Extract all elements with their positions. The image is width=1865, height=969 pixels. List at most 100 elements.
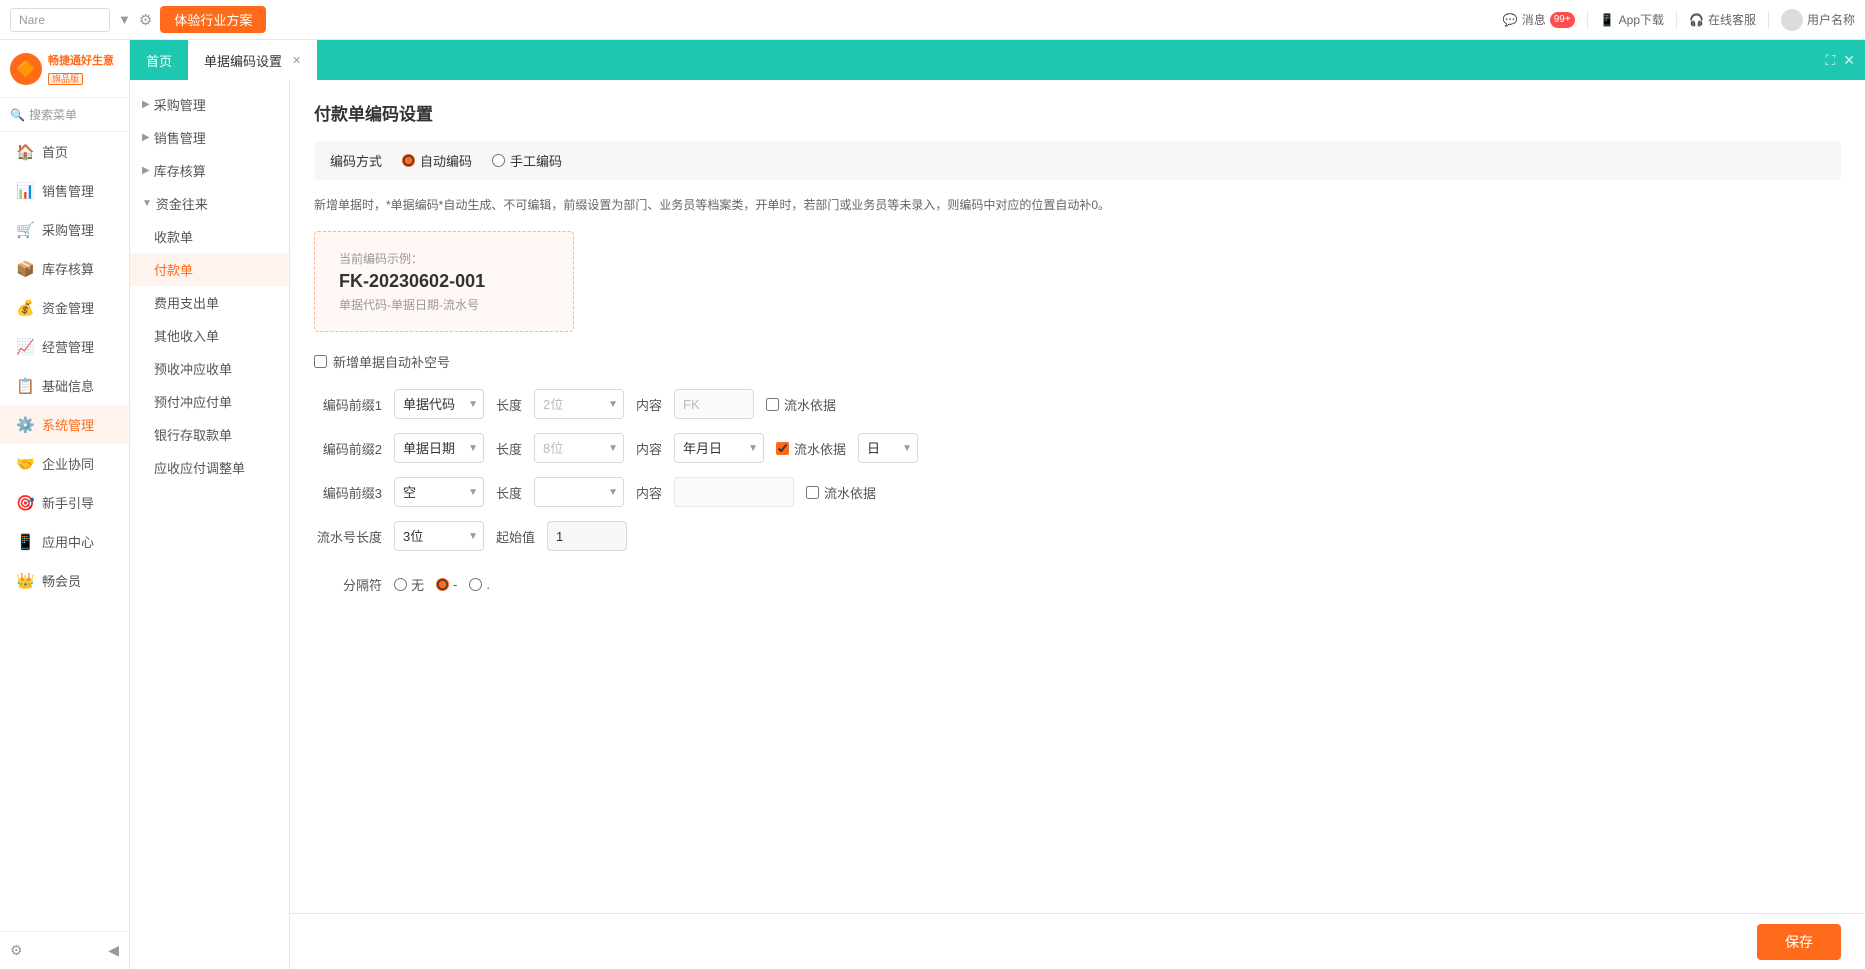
prefix2-value-wrap: 单据日期 ▼ bbox=[394, 433, 484, 463]
purchase-group-arrow: ▶ bbox=[142, 99, 150, 110]
prefix1-select[interactable]: 单据代码 bbox=[394, 389, 484, 419]
sep-dash-option[interactable]: - bbox=[436, 577, 457, 592]
user-avatar[interactable]: 用户名称 bbox=[1781, 9, 1855, 31]
prefix2-length-select[interactable]: 8位 bbox=[534, 433, 624, 463]
sidebar-item-member[interactable]: 👑 畅会员 bbox=[0, 561, 129, 600]
prefix3-label: 编码前缀3 bbox=[314, 483, 382, 502]
prefix2-period-select[interactable]: 日 月 年 bbox=[858, 433, 918, 463]
save-button[interactable]: 保存 bbox=[1757, 924, 1841, 960]
sep-dot-label: . bbox=[486, 577, 490, 592]
sep-none-label: 无 bbox=[411, 575, 424, 594]
auto-code-input[interactable] bbox=[402, 154, 415, 167]
auto-code-radio[interactable]: 自动编码 bbox=[402, 151, 472, 170]
app-download-btn[interactable]: 📱 App下载 bbox=[1600, 11, 1664, 28]
home-tab-label: 首页 bbox=[146, 51, 172, 70]
sep-none-option[interactable]: 无 bbox=[394, 575, 424, 594]
menu-group-purchase-title[interactable]: ▶ 采购管理 bbox=[130, 88, 289, 121]
menu-item-expense[interactable]: 费用支出单 bbox=[130, 286, 289, 319]
dropdown-arrow-icon[interactable]: ▼ bbox=[118, 12, 131, 27]
tab-home[interactable]: 首页 bbox=[130, 40, 188, 80]
prefix1-serial-checkbox[interactable] bbox=[766, 398, 779, 411]
experience-btn[interactable]: 体验行业方案 bbox=[160, 6, 266, 33]
content-area: 付款单编码设置 编码方式 自动编码 手工编码 bbox=[290, 80, 1865, 913]
nav-label-sales: 销售管理 bbox=[42, 181, 94, 200]
manual-code-radio[interactable]: 手工编码 bbox=[492, 151, 562, 170]
online-service-btn[interactable]: 🎧 在线客服 bbox=[1689, 11, 1756, 28]
prefix2-content-select[interactable]: 年月日 bbox=[674, 433, 764, 463]
prefix2-serial-label: 流水依据 bbox=[794, 439, 846, 458]
menu-item-adjust[interactable]: 应收应付调整单 bbox=[130, 451, 289, 484]
sidebar-item-inventory[interactable]: 📦 库存核算 bbox=[0, 249, 129, 288]
manual-code-label: 手工编码 bbox=[510, 151, 562, 170]
sidebar-item-finance[interactable]: 💰 资金管理 bbox=[0, 288, 129, 327]
inventory-icon: 📦 bbox=[16, 260, 34, 278]
logo-icon: 🔶 bbox=[10, 53, 42, 85]
prefix1-serial-wrap: 流水依据 bbox=[766, 395, 836, 414]
sidebar-item-apps[interactable]: 📱 应用中心 bbox=[0, 522, 129, 561]
guide-icon: 🎯 bbox=[16, 494, 34, 512]
tab-close-icon[interactable]: ✕ bbox=[292, 54, 301, 67]
menu-item-receipt[interactable]: 收款单 bbox=[130, 220, 289, 253]
home-icon: 🏠 bbox=[16, 143, 34, 161]
settings-icon[interactable]: ⚙ bbox=[139, 11, 152, 29]
divider3 bbox=[1768, 11, 1769, 29]
avatar-icon bbox=[1781, 9, 1803, 31]
system-icon: ⚙️ bbox=[16, 416, 34, 434]
close-window-icon[interactable]: ✕ bbox=[1843, 52, 1855, 69]
operation-icon: 📈 bbox=[16, 338, 34, 356]
prefix3-select[interactable]: 空 bbox=[394, 477, 484, 507]
prefix1-length-select[interactable]: 2位 bbox=[534, 389, 624, 419]
sidebar-item-sales[interactable]: 📊 销售管理 bbox=[0, 171, 129, 210]
sep-dot-option[interactable]: . bbox=[469, 577, 490, 592]
app-icon: 📱 bbox=[1600, 13, 1615, 27]
company-name[interactable]: Nare bbox=[10, 8, 110, 32]
menu-group-sales-title[interactable]: ▶ 销售管理 bbox=[130, 121, 289, 154]
prefix3-length-select[interactable] bbox=[534, 477, 624, 507]
prefix3-serial-checkbox[interactable] bbox=[806, 486, 819, 499]
purchase-group-label: 采购管理 bbox=[154, 95, 206, 114]
info-text: 新增单据时，*单据编码*自动生成、不可编辑，前缀设置为部门、业务员等档案类，开单… bbox=[314, 196, 1841, 215]
code-preview-box: 当前编码示例： FK-20230602-001 单据代码-单据日期-流水号 bbox=[314, 231, 574, 332]
sidebar-item-basic[interactable]: 📋 基础信息 bbox=[0, 366, 129, 405]
message-btn[interactable]: 💬 消息 99+ bbox=[1503, 11, 1575, 28]
prefix2-period-wrap: 日 月 年 ▼ bbox=[858, 433, 918, 463]
tab-encoding[interactable]: 单据编码设置 ✕ bbox=[188, 40, 317, 80]
auto-fill-checkbox[interactable] bbox=[314, 355, 327, 368]
separator-row: 分隔符 无 - . bbox=[314, 575, 1841, 594]
member-icon: 👑 bbox=[16, 572, 34, 590]
prefix2-label: 编码前缀2 bbox=[314, 439, 382, 458]
prefix2-serial-wrap: 流水依据 bbox=[776, 439, 846, 458]
sep-dash-radio[interactable] bbox=[436, 578, 449, 591]
prefix2-serial-checkbox[interactable] bbox=[776, 442, 789, 455]
prefix2-select[interactable]: 单据日期 bbox=[394, 433, 484, 463]
menu-item-prepaid-payable[interactable]: 预付冲应付单 bbox=[130, 385, 289, 418]
maximize-icon[interactable]: ⛶ bbox=[1825, 52, 1835, 69]
prefix1-row: 编码前缀1 单据代码 ▼ 长度 2位 bbox=[314, 389, 1841, 419]
logo-text: 畅捷通好生意 旗品版 bbox=[48, 52, 114, 85]
right-panel: 付款单编码设置 编码方式 自动编码 手工编码 bbox=[290, 80, 1865, 969]
sep-dot-radio[interactable] bbox=[469, 578, 482, 591]
nav-label-guide: 新手引导 bbox=[42, 493, 94, 512]
menu-group-capital-title[interactable]: ▼ 资金往来 bbox=[130, 187, 289, 220]
sidebar-collapse-btn[interactable]: ◀ bbox=[108, 942, 119, 959]
sep-none-radio[interactable] bbox=[394, 578, 407, 591]
sidebar-item-cooperation[interactable]: 🤝 企业协同 bbox=[0, 444, 129, 483]
sidebar-item-system[interactable]: ⚙️ 系统管理 bbox=[0, 405, 129, 444]
sidebar-item-home[interactable]: 🏠 首页 bbox=[0, 132, 129, 171]
sidebar-settings-btn[interactable]: ⚙ bbox=[10, 942, 23, 959]
sidebar-item-guide[interactable]: 🎯 新手引导 bbox=[0, 483, 129, 522]
menu-item-payment[interactable]: 付款单 bbox=[130, 253, 289, 286]
menu-item-other-income[interactable]: 其他收入单 bbox=[130, 319, 289, 352]
menu-group-inventory-title[interactable]: ▶ 库存核算 bbox=[130, 154, 289, 187]
menu-item-prepaid-receivable[interactable]: 预收冲应收单 bbox=[130, 352, 289, 385]
sidebar-search[interactable]: 🔍 搜索菜单 bbox=[0, 98, 129, 132]
config-section: 编码前缀1 单据代码 ▼ 长度 2位 bbox=[314, 389, 1841, 594]
serial-length-select[interactable]: 3位 4位 5位 bbox=[394, 521, 484, 551]
manual-code-input[interactable] bbox=[492, 154, 505, 167]
sidebar-item-purchase[interactable]: 🛒 采购管理 bbox=[0, 210, 129, 249]
menu-item-bank[interactable]: 银行存取款单 bbox=[130, 418, 289, 451]
menu-group-inventory: ▶ 库存核算 bbox=[130, 154, 289, 187]
prefix3-serial-wrap: 流水依据 bbox=[806, 483, 876, 502]
serial-start-input[interactable] bbox=[547, 521, 627, 551]
sidebar-item-operation[interactable]: 📈 经营管理 bbox=[0, 327, 129, 366]
